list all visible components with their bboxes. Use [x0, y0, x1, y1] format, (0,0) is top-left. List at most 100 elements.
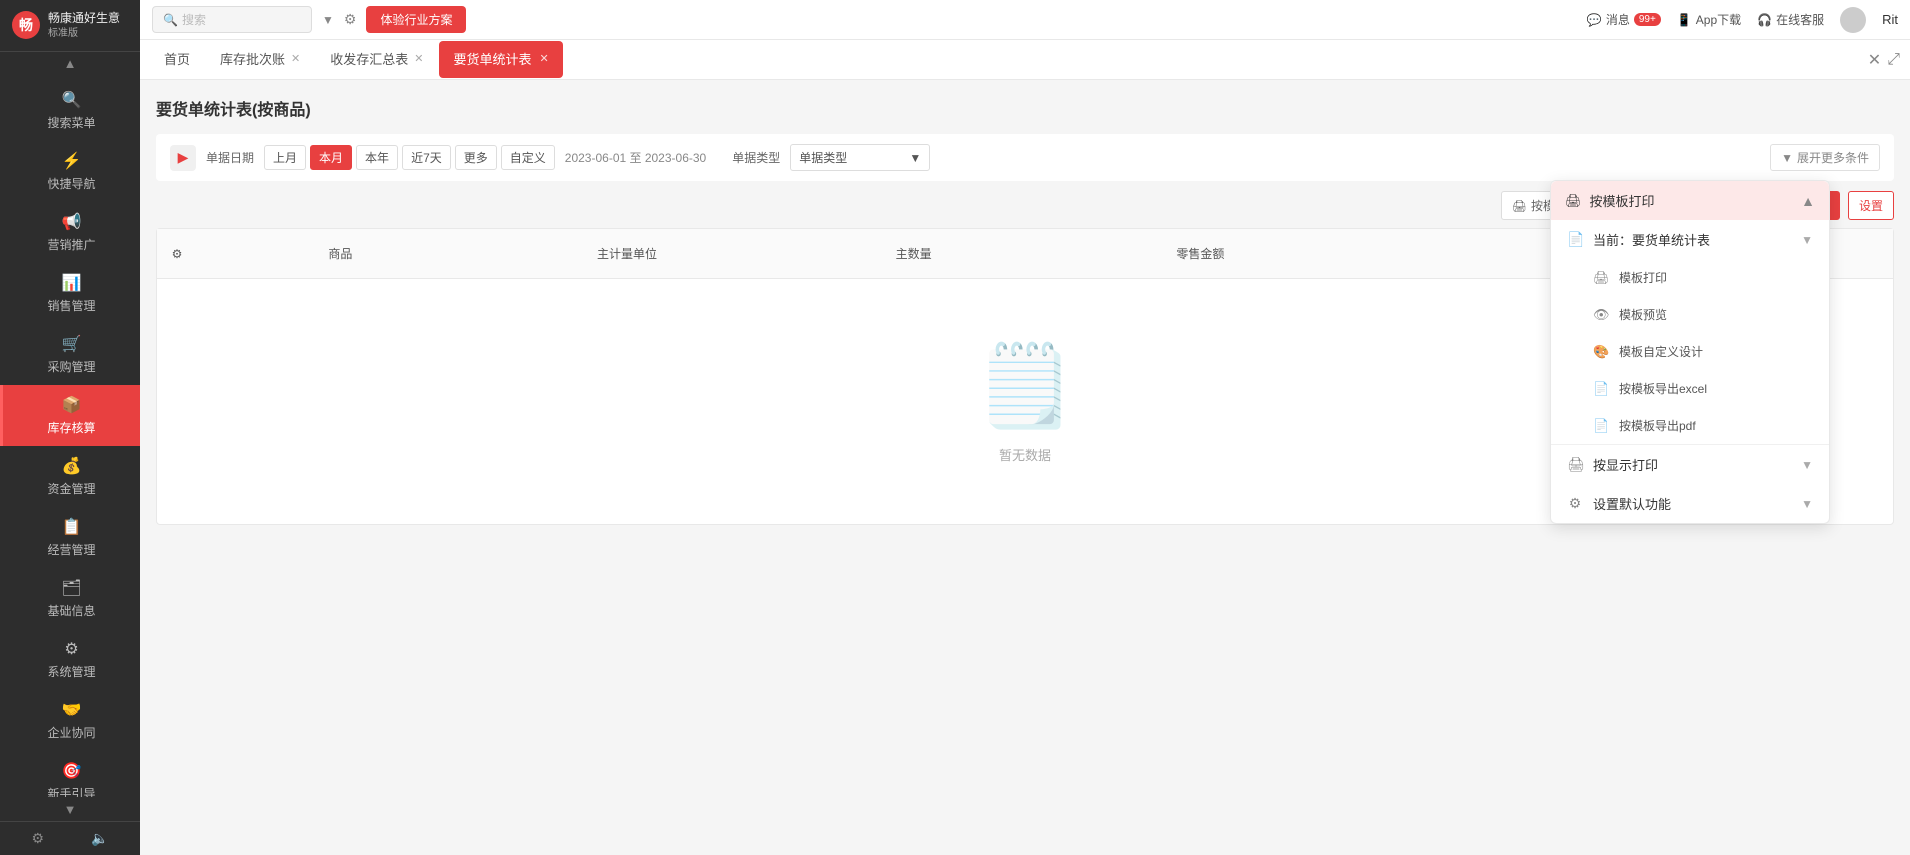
trial-button[interactable]: 体验行业方案	[366, 6, 466, 33]
dropdown-template-design[interactable]: 🎨 模板自定义设计	[1551, 333, 1829, 370]
filter-expand-button[interactable]: ▶	[170, 145, 196, 171]
sidebar-item-guide[interactable]: 🎯 新手引导	[0, 751, 140, 797]
settings-bottom-icon[interactable]: ⚙	[32, 830, 45, 847]
page-content: 要货单统计表(按商品) ▶ 单据日期 上月 本月 本年 近7天 更多 自定义 2…	[140, 80, 1910, 855]
settings-button[interactable]: 设置	[1848, 191, 1894, 220]
display-print-icon: 🖨	[1567, 456, 1583, 473]
sidebar-scroll-down[interactable]: ▼	[0, 797, 140, 821]
main-area: 🔍 搜索 ▼ ⚙ 体验行业方案 💬 消息 99+ 📱 App下载 🎧 在线客服 …	[140, 0, 1910, 855]
quick-nav-icon: ⚡	[62, 151, 82, 171]
tab-order-stats-close[interactable]: ✕	[540, 52, 549, 65]
sidebar-item-label: 搜索菜单	[47, 114, 95, 131]
dropdown-header: 🖨 按模板打印 ▲	[1551, 181, 1829, 220]
sidebar-item-label: 基础信息	[47, 602, 95, 619]
sidebar-item-label: 经营管理	[47, 541, 95, 558]
date-btn-this-month[interactable]: 本月	[310, 145, 352, 170]
tab-home[interactable]: 首页	[150, 41, 204, 78]
dropdown-section: 🖨 按显示打印 ▼ ⚙ 设置默认功能 ▼	[1551, 444, 1829, 523]
dropdown-set-default[interactable]: ⚙ 设置默认功能 ▼	[1551, 484, 1829, 523]
type-filter-select[interactable]: 单据类型 ▼	[790, 144, 930, 171]
tab-expand-icon[interactable]: ⤢	[1887, 51, 1900, 69]
enterprise-icon: 🤝	[62, 700, 82, 720]
type-filter-label: 单据类型	[732, 149, 780, 166]
sidebar-item-system[interactable]: ⚙ 系统管理	[0, 629, 140, 690]
tab-receivable-summary-label: 收发存汇总表	[330, 49, 408, 68]
tab-receivable-summary[interactable]: 收发存汇总表 ✕	[316, 41, 437, 78]
date-filter-label: 单据日期	[206, 149, 254, 166]
tab-close-all-icon[interactable]: ✕	[1868, 50, 1881, 70]
date-btn-custom[interactable]: 自定义	[501, 145, 555, 170]
dropdown-template-preview[interactable]: 👁 模板预览	[1551, 296, 1829, 333]
date-btn-7days[interactable]: 近7天	[402, 145, 451, 170]
header-chevron-icon[interactable]: ▼	[322, 13, 334, 27]
service-icon: 🎧	[1757, 13, 1772, 27]
sales-icon: 📊	[62, 273, 82, 293]
th-settings[interactable]: ⚙	[157, 241, 197, 267]
tab-inventory-batch-label: 库存批次账	[220, 49, 285, 68]
sidebar-item-inventory[interactable]: 📦 库存核算	[0, 385, 140, 446]
date-btn-more[interactable]: 更多	[455, 145, 497, 170]
sidebar-scroll-up[interactable]: ▲	[0, 52, 140, 76]
set-default-icon: ⚙	[1567, 495, 1583, 512]
export-pdf-icon: 📄	[1593, 418, 1609, 434]
download-icon: 📱	[1677, 13, 1692, 27]
sidebar-item-label: 系统管理	[47, 663, 95, 680]
sidebar-item-purchase[interactable]: 🛒 采购管理	[0, 324, 140, 385]
operations-icon: 📋	[62, 517, 82, 537]
display-print-arrow-icon: ▼	[1801, 458, 1813, 472]
export-pdf-label: 按模板导出pdf	[1619, 417, 1696, 434]
dropdown-export-excel[interactable]: 📄 按模板导出excel	[1551, 370, 1829, 407]
sidebar-item-operations[interactable]: 📋 经营管理	[0, 507, 140, 568]
date-btn-this-year[interactable]: 本年	[356, 145, 398, 170]
sidebar-item-sales[interactable]: 📊 销售管理	[0, 263, 140, 324]
search-bar[interactable]: 🔍 搜索	[152, 6, 312, 33]
th-unit: 主计量单位	[484, 239, 771, 268]
sidebar-item-marketing[interactable]: 📢 营销推广	[0, 202, 140, 263]
sidebar-item-basic[interactable]: 🗂 基础信息	[0, 568, 140, 629]
sidebar-item-search[interactable]: 🔍 搜索菜单	[0, 80, 140, 141]
dropdown-title-label: 按模板打印	[1590, 191, 1655, 210]
sidebar-item-enterprise[interactable]: 🤝 企业协同	[0, 690, 140, 751]
empty-illustration: 🗒️	[975, 339, 1075, 433]
header-gear-icon[interactable]: ⚙	[344, 11, 357, 28]
message-icon: 💬	[1587, 13, 1602, 27]
sidebar: 畅 畅康通好生意 标准版 ▲ 🔍 搜索菜单 ⚡ 快捷导航 📢 营销推广 📊 销售…	[0, 0, 140, 855]
dropdown-export-pdf[interactable]: 📄 按模板导出pdf	[1551, 407, 1829, 444]
messages-button[interactable]: 💬 消息 99+	[1587, 11, 1661, 28]
header-right: 💬 消息 99+ 📱 App下载 🎧 在线客服 Rit	[1587, 7, 1898, 33]
user-avatar[interactable]	[1840, 7, 1866, 33]
sidebar-item-finance[interactable]: 💰 资金管理	[0, 446, 140, 507]
online-service-button[interactable]: 🎧 在线客服	[1757, 11, 1824, 28]
dropdown-current-template[interactable]: 📄 当前：要货单统计表 ▼	[1551, 220, 1829, 259]
top-header: 🔍 搜索 ▼ ⚙ 体验行业方案 💬 消息 99+ 📱 App下载 🎧 在线客服 …	[140, 0, 1910, 40]
settings-label: 设置	[1859, 197, 1883, 214]
current-template-arrow-icon: ▼	[1801, 233, 1813, 247]
th-product: 商品	[197, 239, 484, 268]
dropdown-template-print[interactable]: 🖨 模板打印	[1551, 259, 1829, 296]
tab-inventory-batch[interactable]: 库存批次账 ✕	[206, 41, 314, 78]
online-service-label: 在线客服	[1776, 11, 1824, 28]
logo-icon: 畅	[12, 11, 40, 39]
dropdown-close-button[interactable]: ▲	[1801, 193, 1815, 209]
app-version: 标准版	[48, 27, 120, 41]
tab-inventory-batch-close[interactable]: ✕	[291, 52, 300, 65]
tab-order-stats[interactable]: 要货单统计表 ✕	[439, 41, 562, 78]
inventory-icon: 📦	[62, 395, 82, 415]
tab-receivable-summary-close[interactable]: ✕	[414, 52, 423, 65]
sidebar-item-label: 快捷导航	[47, 175, 95, 192]
purchase-icon: 🛒	[62, 334, 82, 354]
messages-badge: 99+	[1634, 13, 1661, 26]
sidebar-item-quick-nav[interactable]: ⚡ 快捷导航	[0, 141, 140, 202]
volume-icon[interactable]: 🔈	[91, 830, 108, 847]
tabs-bar: 首页 库存批次账 ✕ 收发存汇总表 ✕ 要货单统计表 ✕ ✕ ⤢	[140, 40, 1910, 80]
tabs-right: ✕ ⤢	[1868, 50, 1900, 70]
app-download-button[interactable]: 📱 App下载	[1677, 11, 1741, 28]
expand-more-icon: ▼	[1781, 151, 1793, 165]
date-options: 上月 本月 本年 近7天 更多 自定义	[264, 145, 555, 170]
sidebar-item-label: 采购管理	[47, 358, 95, 375]
th-amount: 零售金额	[1057, 239, 1344, 268]
date-btn-prev-month[interactable]: 上月	[264, 145, 306, 170]
expand-more-button[interactable]: ▼ 展开更多条件	[1770, 144, 1880, 171]
dropdown-display-print[interactable]: 🖨 按显示打印 ▼	[1551, 445, 1829, 484]
app-logo: 畅 畅康通好生意 标准版	[0, 0, 140, 52]
